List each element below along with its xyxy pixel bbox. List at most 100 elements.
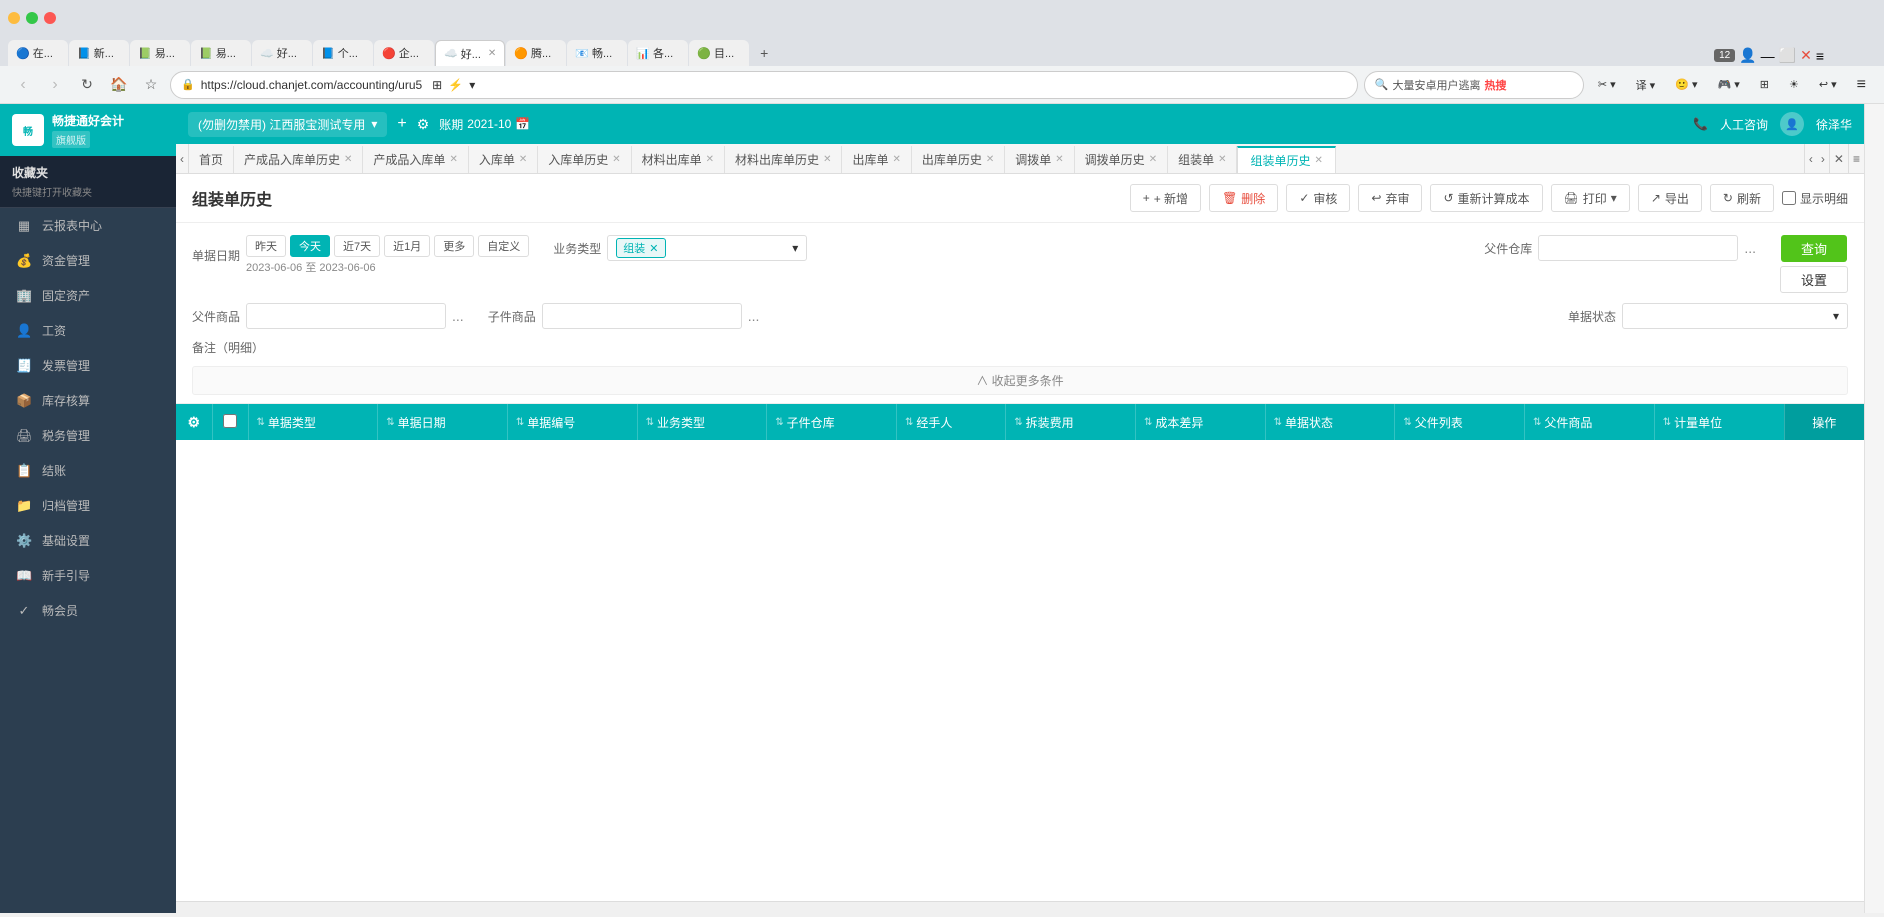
back-button[interactable]: ‹ bbox=[10, 72, 36, 98]
doc-status-dropdown[interactable]: ▾ bbox=[1622, 303, 1848, 329]
browser-tab[interactable]: 📧畅... bbox=[567, 40, 627, 66]
tab-transfer[interactable]: 调拨单 ✕ bbox=[1005, 146, 1074, 174]
browser-tab[interactable]: 📗易... bbox=[130, 40, 190, 66]
print-button[interactable]: 🖨 打印 ▾ bbox=[1551, 184, 1630, 212]
more-icon[interactable]: ≡ bbox=[1816, 48, 1824, 64]
profile-icon[interactable]: 👤 bbox=[1739, 47, 1756, 64]
parent-goods-input[interactable] bbox=[246, 303, 446, 329]
tab-assembly-history[interactable]: 组装单历史 ✕ bbox=[1237, 146, 1335, 174]
browser-tab[interactable]: 🔵在... bbox=[8, 40, 68, 66]
parent-warehouse-more-btn[interactable]: ... bbox=[1744, 240, 1756, 256]
customer-service-label[interactable]: 人工咨询 bbox=[1720, 116, 1768, 133]
tab-close-icon[interactable]: ✕ bbox=[488, 48, 496, 59]
sidebar-item-settings[interactable]: ⚙️ 基础设置 bbox=[0, 523, 176, 558]
close-icon[interactable]: ✕ bbox=[1055, 154, 1063, 165]
col-parent-list[interactable]: ⇅父件列表 bbox=[1395, 404, 1525, 440]
tab-inbound[interactable]: 入库单 ✕ bbox=[469, 146, 538, 174]
col-cost-diff[interactable]: ⇅成本差异 bbox=[1135, 404, 1265, 440]
bottom-scrollbar[interactable] bbox=[176, 901, 1864, 913]
parent-warehouse-input[interactable] bbox=[1538, 235, 1738, 261]
game-button[interactable]: 🎮 ▾ bbox=[1709, 73, 1747, 97]
show-detail-checkbox-label[interactable]: 显示明细 bbox=[1782, 190, 1848, 207]
tab-nav-next[interactable]: › bbox=[1817, 144, 1829, 174]
date-more-btn[interactable]: 更多 bbox=[434, 235, 474, 257]
close-all-tabs[interactable]: ✕ bbox=[1829, 144, 1848, 174]
close-icon[interactable]: ✕ bbox=[986, 154, 994, 165]
undo-button[interactable]: ↩ ▾ bbox=[1811, 73, 1845, 97]
date-1month-btn[interactable]: 近1月 bbox=[384, 235, 430, 257]
browser-tab[interactable]: 🟠腾... bbox=[506, 40, 566, 66]
browser-tab[interactable]: ☁️好... bbox=[252, 40, 312, 66]
abandon-button[interactable]: ↩ 弃审 bbox=[1358, 184, 1422, 212]
date-today-btn[interactable]: 今天 bbox=[290, 235, 330, 257]
col-unit[interactable]: ⇅计量单位 bbox=[1654, 404, 1784, 440]
browser-tab[interactable]: 🟢目... bbox=[689, 40, 749, 66]
col-child-warehouse[interactable]: ⇅子件仓库 bbox=[767, 404, 897, 440]
menu-button[interactable]: ≡ bbox=[1849, 73, 1874, 97]
browser-tab[interactable]: 📊各... bbox=[628, 40, 688, 66]
period-selector[interactable]: 账期 2021-10 📅 bbox=[439, 116, 530, 133]
tag-remove-icon[interactable]: ✕ bbox=[649, 242, 658, 255]
col-checkbox[interactable] bbox=[212, 404, 248, 440]
tab-product-inbound[interactable]: 产成品入库单 ✕ bbox=[363, 146, 468, 174]
export-button[interactable]: ↗ 导出 bbox=[1638, 184, 1702, 212]
add-company-button[interactable]: + bbox=[397, 115, 406, 133]
col-doc-no[interactable]: ⇅单据编号 bbox=[507, 404, 637, 440]
col-handler[interactable]: ⇅经手人 bbox=[896, 404, 1005, 440]
sidebar-item-member[interactable]: ✓ 畅会员 bbox=[0, 593, 176, 628]
forward-button[interactable]: › bbox=[42, 72, 68, 98]
sidebar-item-guide[interactable]: 📖 新手引导 bbox=[0, 558, 176, 593]
col-doc-type[interactable]: ⇅单据类型 bbox=[248, 404, 378, 440]
tab-nav-prev[interactable]: ‹ bbox=[1805, 144, 1817, 174]
close-icon[interactable]: ✕ bbox=[706, 154, 714, 165]
show-detail-checkbox[interactable] bbox=[1782, 191, 1796, 205]
tab-material-outbound-history[interactable]: 材料出库单历史 ✕ bbox=[725, 146, 842, 174]
close-icon[interactable]: ✕ bbox=[1149, 154, 1157, 165]
sidebar-item-settle[interactable]: 📋 结账 bbox=[0, 453, 176, 488]
window-control-max[interactable] bbox=[26, 12, 38, 24]
lightning-icon[interactable]: ⚡ bbox=[448, 78, 463, 92]
tab-outbound[interactable]: 出库单 ✕ bbox=[842, 146, 911, 174]
restore-icon[interactable]: ⬜ bbox=[1779, 47, 1796, 64]
search-bar[interactable]: 🔍 大量安卓用户逃离 热搜 bbox=[1364, 71, 1584, 99]
home-button[interactable]: 🏠 bbox=[106, 72, 132, 98]
close-icon[interactable]: ✕ bbox=[612, 154, 620, 165]
address-bar[interactable]: 🔒 https://cloud.chanjet.com/accounting/u… bbox=[170, 71, 1358, 99]
minimize-icon[interactable]: — bbox=[1761, 48, 1775, 64]
tab-menu-button[interactable]: ≡ bbox=[1848, 144, 1864, 174]
sidebar-item-inventory[interactable]: 📦 库存核算 bbox=[0, 383, 176, 418]
settings-gear-button[interactable]: ⚙ bbox=[417, 116, 430, 133]
col-biz-type[interactable]: ⇅业务类型 bbox=[637, 404, 767, 440]
new-tab-button[interactable]: + bbox=[750, 40, 778, 66]
close-window-icon[interactable]: ✕ bbox=[1800, 47, 1812, 64]
browser-tab[interactable]: 📘个... bbox=[313, 40, 373, 66]
date-yesterday-btn[interactable]: 昨天 bbox=[246, 235, 286, 257]
add-button[interactable]: + + 新增 bbox=[1130, 184, 1201, 212]
col-doc-date[interactable]: ⇅单据日期 bbox=[378, 404, 508, 440]
sidebar-item-funds[interactable]: 💰 资金管理 bbox=[0, 243, 176, 278]
favorites-sub[interactable]: 快捷键打开收藏夹 bbox=[12, 184, 164, 199]
tab-product-inbound-history[interactable]: 产成品入库单历史 ✕ bbox=[234, 146, 363, 174]
collapse-bar[interactable]: ∧ 收起更多条件 bbox=[192, 366, 1848, 395]
date-7days-btn[interactable]: 近7天 bbox=[334, 235, 380, 257]
child-goods-input[interactable] bbox=[542, 303, 742, 329]
sidebar-item-reports[interactable]: ▦ 云报表中心 bbox=[0, 208, 176, 243]
browser-tab[interactable]: 📘新... bbox=[69, 40, 129, 66]
col-doc-status[interactable]: ⇅单据状态 bbox=[1265, 404, 1395, 440]
close-icon[interactable]: ✕ bbox=[1218, 154, 1226, 165]
tab-assembly[interactable]: 组装单 ✕ bbox=[1168, 146, 1237, 174]
tab-material-outbound[interactable]: 材料出库单 ✕ bbox=[632, 146, 725, 174]
col-parent-goods[interactable]: ⇅父件商品 bbox=[1525, 404, 1655, 440]
browser-tab[interactable]: 🔴企... bbox=[374, 40, 434, 66]
sidebar-item-tax[interactable]: 🖨 税务管理 bbox=[0, 418, 176, 453]
close-icon[interactable]: ✕ bbox=[449, 154, 457, 165]
brightness-button[interactable]: ☀ bbox=[1781, 73, 1807, 97]
recalculate-button[interactable]: ↺ 重新计算成本 bbox=[1430, 184, 1542, 212]
col-disassemble-fee[interactable]: ⇅拆装费用 bbox=[1006, 404, 1136, 440]
company-selector[interactable]: (勿删勿禁用) 江西服宝测试专用 ▾ bbox=[188, 112, 387, 137]
col-settings[interactable]: ⚙ bbox=[176, 404, 212, 440]
refresh-button[interactable]: ↻ 刷新 bbox=[1710, 184, 1774, 212]
close-icon[interactable]: ✕ bbox=[519, 154, 527, 165]
sidebar-item-archive[interactable]: 📁 归档管理 bbox=[0, 488, 176, 523]
tab-nav-left[interactable]: ‹ bbox=[176, 144, 189, 174]
